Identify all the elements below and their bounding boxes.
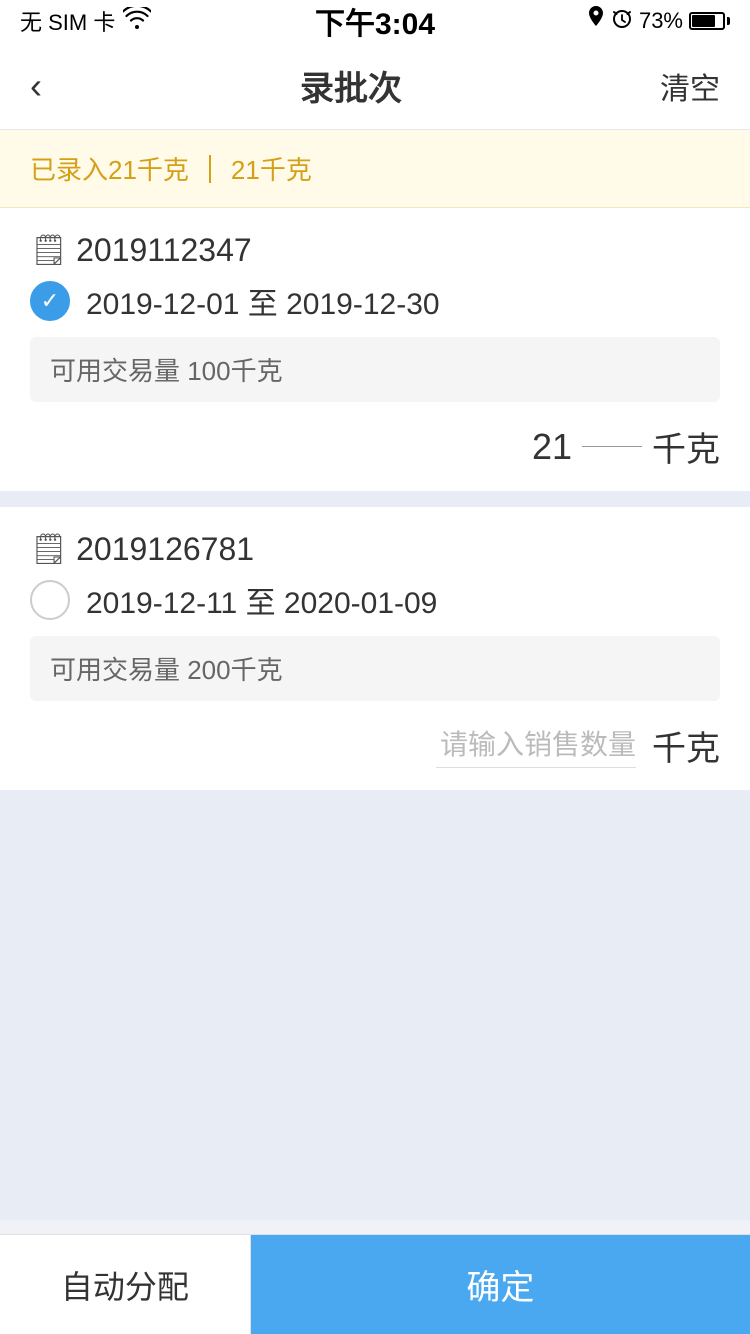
- status-bar: 无 SIM 卡 下午3:04 73%: [0, 0, 750, 42]
- nav-bar: ‹ 录批次 清空: [0, 42, 750, 130]
- sim-label: 无 SIM 卡: [20, 5, 115, 37]
- quantity-value-1: 21: [532, 426, 572, 468]
- empty-grey-area: [0, 790, 750, 1220]
- quantity-input-wrapper-1: 21 千克: [532, 422, 720, 471]
- bottom-bar: 自动分配 确定: [0, 1234, 750, 1334]
- content-area: 🗒 2019112347 ✓ 2019-12-01 至 2019-12-30 可…: [0, 208, 750, 1320]
- radio-2[interactable]: [30, 580, 70, 620]
- wifi-icon: [123, 7, 151, 35]
- batch-date-row-2[interactable]: 2019-12-11 至 2020-01-09: [30, 578, 720, 622]
- back-button[interactable]: ‹: [30, 65, 42, 107]
- summary-recorded-label: 已录入21千克: [30, 150, 189, 187]
- quantity-unit-2: 千克: [652, 721, 720, 770]
- batch-id-1: 2019112347: [76, 232, 252, 269]
- status-time: 下午3:04: [315, 0, 435, 43]
- doc-icon-2: 🗒: [30, 532, 68, 567]
- batch-id-row-1: 🗒 2019112347: [30, 232, 720, 269]
- quantity-placeholder-2: 请输入销售数量: [440, 729, 636, 760]
- batch-date-1: 2019-12-01 至 2019-12-30: [86, 279, 440, 323]
- quantity-input-area-2[interactable]: 请输入销售数量: [436, 723, 636, 768]
- batch-available-2: 可用交易量 200千克: [30, 636, 720, 701]
- status-left: 无 SIM 卡: [20, 5, 151, 37]
- batch-card-2: 🗒 2019126781 2019-12-11 至 2020-01-09 可用交…: [0, 507, 750, 790]
- batch-id-row-2: 🗒 2019126781: [30, 531, 720, 568]
- section-separator: [0, 491, 750, 507]
- batch-available-1: 可用交易量 100千克: [30, 337, 720, 402]
- batch-date-row-1[interactable]: ✓ 2019-12-01 至 2019-12-30: [30, 279, 720, 323]
- status-right: 73%: [587, 6, 730, 36]
- batch-date-2: 2019-12-11 至 2020-01-09: [86, 578, 437, 622]
- battery-icon: [689, 12, 730, 30]
- doc-icon-1: 🗒: [30, 233, 68, 268]
- quantity-row-1: 21 千克: [0, 402, 750, 491]
- confirm-button[interactable]: 确定: [251, 1235, 750, 1334]
- batch-id-2: 2019126781: [76, 531, 254, 568]
- clear-button[interactable]: 清空: [660, 64, 720, 108]
- batch-card-2-inner: 🗒 2019126781 2019-12-11 至 2020-01-09 可用交…: [0, 507, 750, 701]
- page-title: 录批次: [300, 61, 402, 110]
- auto-distribute-button[interactable]: 自动分配: [0, 1235, 251, 1334]
- batch-card-1: 🗒 2019112347 ✓ 2019-12-01 至 2019-12-30 可…: [0, 208, 750, 491]
- battery-percent: 73%: [639, 8, 683, 34]
- check-icon-1: ✓: [41, 290, 59, 312]
- quantity-placeholder-row-2: 请输入销售数量 千克: [0, 701, 750, 790]
- summary-divider: [209, 155, 211, 183]
- radio-1[interactable]: ✓: [30, 281, 70, 321]
- batch-card-1-inner: 🗒 2019112347 ✓ 2019-12-01 至 2019-12-30 可…: [0, 208, 750, 402]
- summary-banner: 已录入21千克 21千克: [0, 130, 750, 208]
- alarm-icon: [611, 7, 633, 35]
- location-icon: [587, 6, 605, 36]
- summary-value-label: 21千克: [231, 150, 312, 187]
- quantity-unit-1: 千克: [652, 422, 720, 471]
